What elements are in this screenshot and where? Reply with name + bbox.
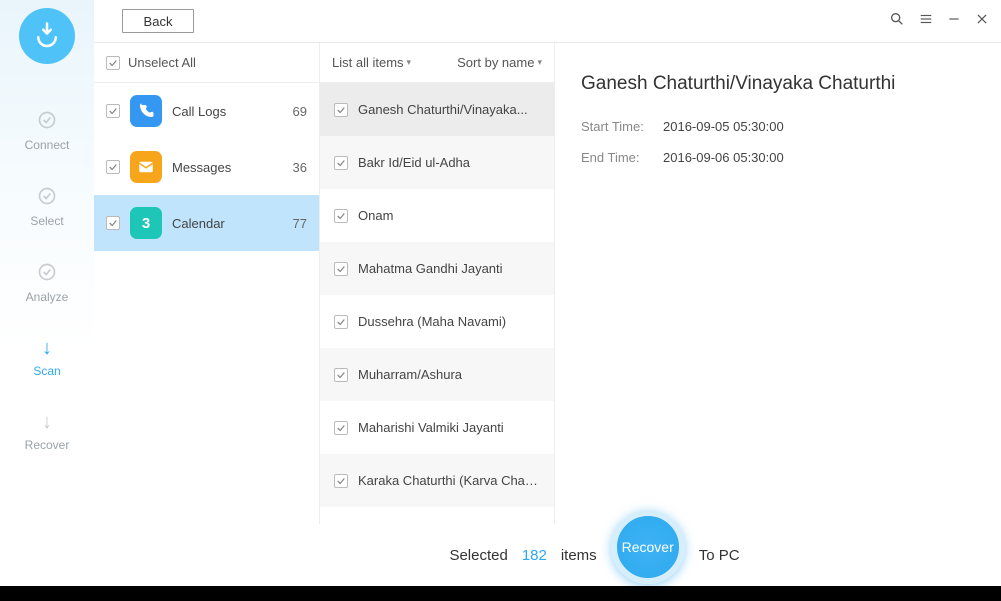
footer-black-bar <box>0 586 1001 601</box>
event-row[interactable]: Bakr Id/Eid ul-Adha <box>320 136 554 189</box>
start-time-value: 2016-09-05 05:30:00 <box>663 119 784 134</box>
minimize-button[interactable] <box>947 12 961 30</box>
event-row[interactable]: Onam <box>320 189 554 242</box>
check-circle-icon <box>37 262 57 282</box>
selected-pre: Selected <box>449 547 507 564</box>
event-label: Muharram/Ashura <box>358 367 462 382</box>
step-select[interactable]: Select <box>30 186 63 228</box>
checkbox-checked-icon[interactable] <box>334 315 348 329</box>
event-label: Dussehra (Maha Navami) <box>358 314 506 329</box>
event-label: Bakr Id/Eid ul-Adha <box>358 155 470 170</box>
item-header: List all items ▾ Sort by name ▾ <box>320 43 554 83</box>
menu-icon[interactable] <box>919 12 933 30</box>
envelope-icon <box>130 151 162 183</box>
event-row[interactable]: Maharishi Valmiki Jayanti <box>320 401 554 454</box>
category-column: Unselect All Call Logs 69 Messages 36 3 Calen… <box>94 43 320 586</box>
checkbox-checked-icon[interactable] <box>334 421 348 435</box>
phone-icon <box>130 95 162 127</box>
event-row[interactable]: Mahatma Gandhi Jayanti <box>320 242 554 295</box>
bottom-bar: Selected 182 items Recover To PC <box>188 524 1001 586</box>
step-scan[interactable]: ↓ Scan <box>33 338 60 378</box>
event-label: Mahatma Gandhi Jayanti <box>358 261 503 276</box>
selected-post: items <box>561 547 597 564</box>
category-call-logs[interactable]: Call Logs 69 <box>94 83 319 139</box>
event-label: Karaka Chaturthi (Karva Chauth) <box>358 473 540 488</box>
event-row[interactable]: Ganesh Chaturthi/Vinayaka... <box>320 83 554 136</box>
check-circle-icon <box>37 186 57 206</box>
unselect-all-row[interactable]: Unselect All <box>94 43 319 83</box>
event-label: Ganesh Chaturthi/Vinayaka... <box>358 102 528 117</box>
category-label: Call Logs <box>172 104 226 119</box>
chevron-down-icon: ▾ <box>537 57 542 68</box>
app-logo <box>19 8 75 64</box>
calendar-icon: 3 <box>130 207 162 239</box>
step-connect[interactable]: Connect <box>25 110 70 152</box>
step-label: Analyze <box>26 290 69 304</box>
step-label: Connect <box>25 138 70 152</box>
step-label: Scan <box>33 364 60 378</box>
checkbox-checked-icon[interactable] <box>334 262 348 276</box>
side-rail: Connect Select Analyze ↓ Scan ↓ Recover <box>0 0 94 586</box>
checkbox-checked-icon[interactable] <box>334 103 348 117</box>
checkbox-checked-icon[interactable] <box>106 160 120 174</box>
end-time-value: 2016-09-06 05:30:00 <box>663 150 784 165</box>
event-row[interactable]: Dussehra (Maha Navami) <box>320 295 554 348</box>
event-row[interactable]: Muharram/Ashura <box>320 348 554 401</box>
recover-target: To PC <box>699 547 740 564</box>
detail-panel: Ganesh Chaturthi/Vinayaka Chaturthi Star… <box>555 43 1001 586</box>
arrow-down-icon: ↓ <box>42 338 52 358</box>
search-icon[interactable] <box>889 11 905 31</box>
back-button[interactable]: Back <box>122 9 194 33</box>
checkbox-checked-icon[interactable] <box>106 56 120 70</box>
category-count: 77 <box>293 216 307 231</box>
category-messages[interactable]: Messages 36 <box>94 139 319 195</box>
step-recover[interactable]: ↓ Recover <box>25 412 70 452</box>
checkbox-checked-icon[interactable] <box>106 216 120 230</box>
checkbox-checked-icon[interactable] <box>334 474 348 488</box>
sort-by-name-dropdown[interactable]: Sort by name ▾ <box>457 55 542 70</box>
category-label: Messages <box>172 160 231 175</box>
topbar: Back <box>94 0 1001 42</box>
detail-title: Ganesh Chaturthi/Vinayaka Chaturthi <box>581 73 975 95</box>
close-button[interactable] <box>975 12 989 30</box>
checkbox-checked-icon[interactable] <box>334 156 348 170</box>
category-count: 69 <box>293 104 307 119</box>
category-calendar[interactable]: 3 Calendar 77 <box>94 195 319 251</box>
item-column: List all items ▾ Sort by name ▾ Ganesh C… <box>320 43 555 586</box>
checkbox-checked-icon[interactable] <box>334 368 348 382</box>
chevron-down-icon: ▾ <box>407 57 412 68</box>
selected-count: 182 <box>522 547 547 564</box>
step-analyze[interactable]: Analyze <box>26 262 69 304</box>
event-label: Maharishi Valmiki Jayanti <box>358 420 504 435</box>
category-count: 36 <box>293 160 307 175</box>
category-label: Calendar <box>172 216 225 231</box>
check-circle-icon <box>37 110 57 130</box>
event-row[interactable]: Karaka Chaturthi (Karva Chauth) <box>320 454 554 507</box>
unselect-all-label: Unselect All <box>128 55 196 70</box>
event-label: Onam <box>358 208 393 223</box>
arrow-down-icon: ↓ <box>42 412 52 432</box>
recover-button[interactable]: Recover <box>611 510 685 584</box>
checkbox-checked-icon[interactable] <box>334 209 348 223</box>
end-time-label: End Time: <box>581 150 663 165</box>
step-label: Recover <box>25 438 70 452</box>
list-all-items-dropdown[interactable]: List all items ▾ <box>332 55 411 70</box>
checkbox-checked-icon[interactable] <box>106 104 120 118</box>
step-label: Select <box>30 214 63 228</box>
start-time-label: Start Time: <box>581 119 663 134</box>
